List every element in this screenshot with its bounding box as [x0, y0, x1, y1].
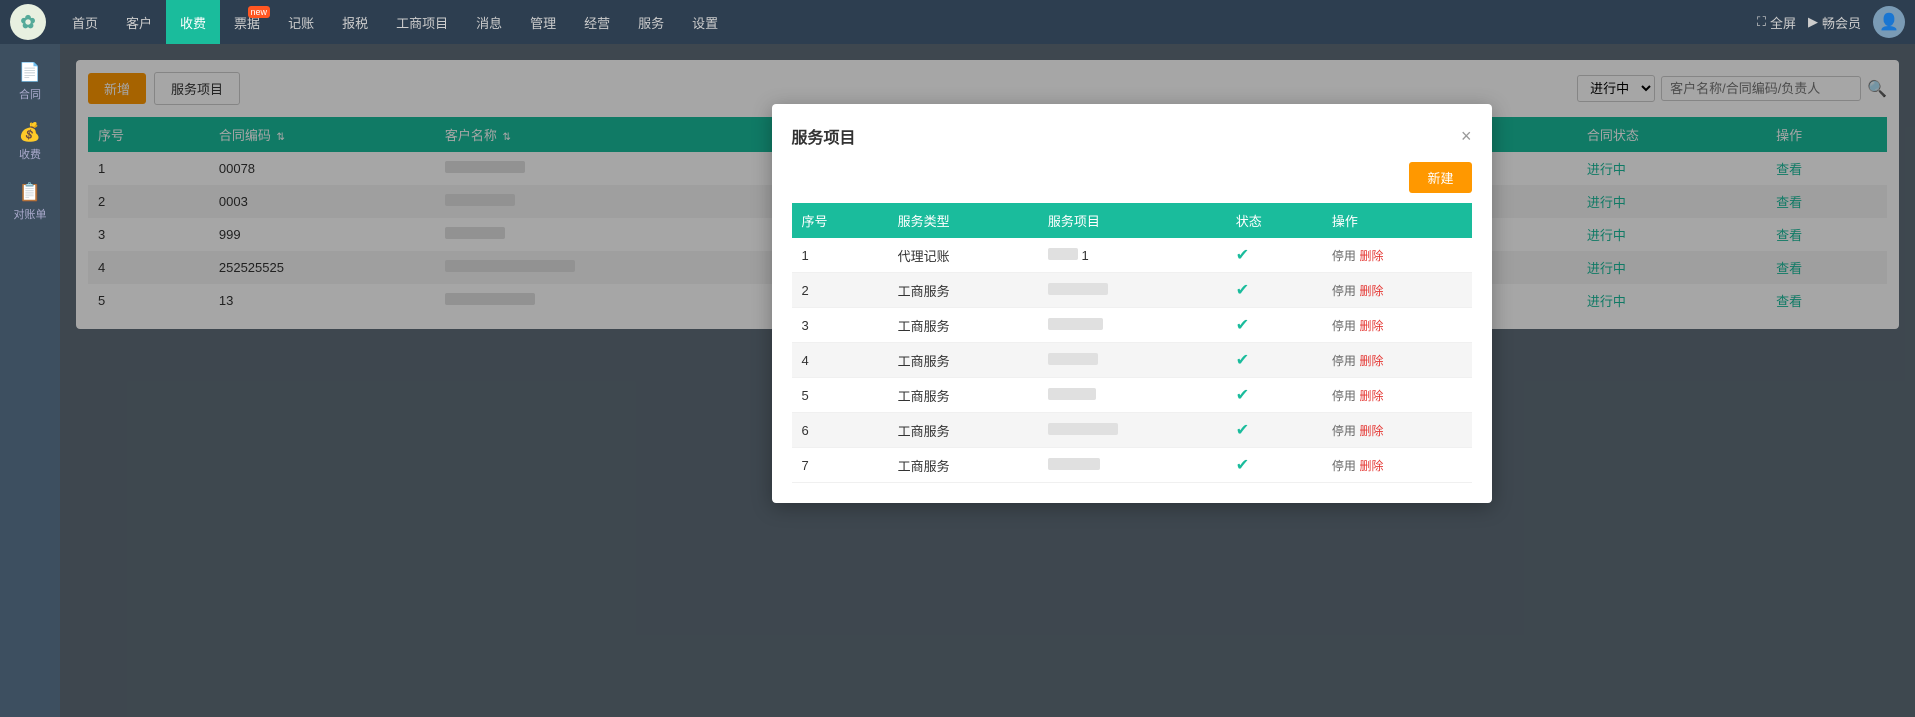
left-sidebar: 📄 合同 💰 收费 📋 对账单 [0, 44, 60, 717]
nav-manage[interactable]: 管理 [516, 0, 570, 44]
delete-button[interactable]: 删除 [1360, 422, 1384, 439]
modal-table-row: 5 工商服务 ✔ 停用 删除 [792, 378, 1472, 413]
sidebar-item-fee[interactable]: 💰 收费 [4, 114, 56, 170]
nav-message[interactable]: 消息 [462, 0, 516, 44]
member-icon: ▶ [1808, 14, 1818, 30]
modal-header: 服务项目 × [792, 124, 1472, 148]
nav-settings[interactable]: 设置 [678, 0, 732, 44]
delete-button[interactable]: 删除 [1360, 282, 1384, 299]
fullscreen-button[interactable]: ⛶ 全屏 [1757, 13, 1796, 32]
top-right-actions: ⛶ 全屏 ▶ 畅会员 👤 [1757, 6, 1905, 38]
delete-button[interactable]: 删除 [1360, 457, 1384, 474]
delete-button[interactable]: 删除 [1360, 317, 1384, 334]
modal-col-action: 操作 [1322, 203, 1472, 238]
modal-table-container: 序号 服务类型 服务项目 状态 操作 1 代理记账 1 ✔ [792, 203, 1472, 483]
app-logo: ✿ [10, 4, 46, 40]
modal-table-row: 1 代理记账 1 ✔ 停用 删除 [792, 238, 1472, 273]
modal-table-row: 8 工商服务 注册 ✔ 停用 删除 [792, 483, 1472, 484]
modal-title: 服务项目 [792, 124, 856, 148]
delete-button[interactable]: 删除 [1360, 352, 1384, 369]
reconciliation-icon: 📋 [19, 182, 41, 203]
delete-button[interactable]: 删除 [1360, 247, 1384, 264]
modal-close-button[interactable]: × [1461, 126, 1472, 147]
disable-button[interactable]: 停用 [1332, 387, 1356, 404]
modal-col-item: 服务项目 [1038, 203, 1226, 238]
delete-button[interactable]: 删除 [1360, 387, 1384, 404]
service-items-modal: 服务项目 × 新建 序号 服务类型 服务项目 状态 操作 [772, 104, 1492, 503]
modal-col-seq: 序号 [792, 203, 888, 238]
nav-customer[interactable]: 客户 [112, 0, 166, 44]
main-layout: 📄 合同 💰 收费 📋 对账单 新增 服务项目 进行中 已完成 全部 [0, 44, 1915, 717]
service-items-table: 序号 服务类型 服务项目 状态 操作 1 代理记账 1 ✔ [792, 203, 1472, 483]
nav-home[interactable]: 首页 [58, 0, 112, 44]
modal-col-status: 状态 [1226, 203, 1322, 238]
top-navigation: ✿ 首页 客户 收费 票据 new 记账 报税 工商项目 消息 管理 经营 服务… [0, 0, 1915, 44]
disable-button[interactable]: 停用 [1332, 352, 1356, 369]
nav-service[interactable]: 服务 [624, 0, 678, 44]
fullscreen-icon: ⛶ [1757, 14, 1766, 30]
new-service-button[interactable]: 新建 [1409, 162, 1471, 193]
disable-button[interactable]: 停用 [1332, 282, 1356, 299]
nav-fee[interactable]: 收费 [166, 0, 220, 44]
sidebar-item-contract[interactable]: 📄 合同 [4, 54, 56, 110]
contract-icon: 📄 [19, 62, 41, 83]
modal-table-row: 2 工商服务 ✔ 停用 删除 [792, 273, 1472, 308]
nav-operation[interactable]: 经营 [570, 0, 624, 44]
member-button[interactable]: ▶ 畅会员 [1808, 13, 1861, 32]
modal-table-row: 4 工商服务 ✔ 停用 删除 [792, 343, 1472, 378]
modal-table-row: 3 工商服务 ✔ 停用 删除 [792, 308, 1472, 343]
nav-business[interactable]: 工商项目 [382, 0, 462, 44]
fee-icon: 💰 [19, 122, 41, 143]
modal-table-row: 6 工商服务 ✔ 停用 删除 [792, 413, 1472, 448]
disable-button[interactable]: 停用 [1332, 422, 1356, 439]
nav-tax[interactable]: 报税 [328, 0, 382, 44]
modal-col-type: 服务类型 [888, 203, 1038, 238]
sidebar-item-reconciliation[interactable]: 📋 对账单 [4, 174, 56, 230]
disable-button[interactable]: 停用 [1332, 317, 1356, 334]
disable-button[interactable]: 停用 [1332, 457, 1356, 474]
modal-table-row: 7 工商服务 ✔ 停用 删除 [792, 448, 1472, 483]
nav-invoice[interactable]: 票据 new [220, 0, 274, 44]
nav-bookkeeping[interactable]: 记账 [274, 0, 328, 44]
modal-toolbar: 新建 [792, 162, 1472, 193]
user-avatar[interactable]: 👤 [1873, 6, 1905, 38]
new-badge: new [248, 6, 271, 18]
disable-button[interactable]: 停用 [1332, 247, 1356, 264]
main-content: 新增 服务项目 进行中 已完成 全部 🔍 序号 合同编码 [60, 44, 1915, 717]
